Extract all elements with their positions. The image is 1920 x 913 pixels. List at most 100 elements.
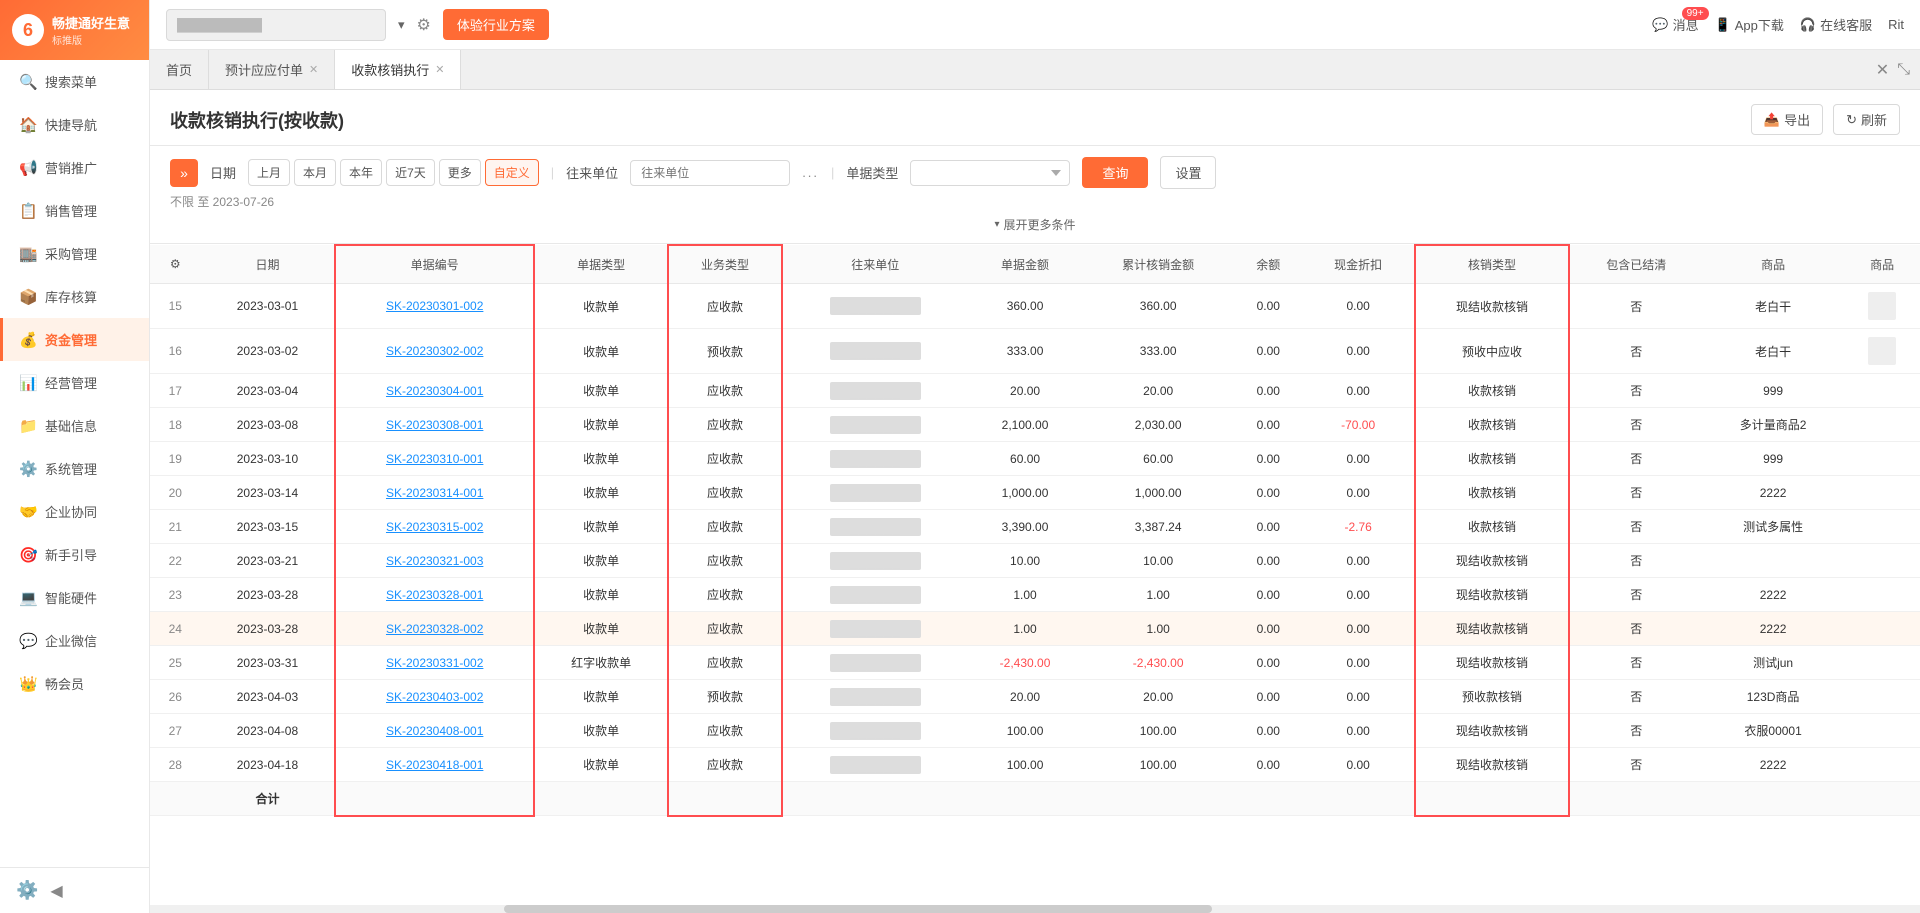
filter-toggle-btn[interactable]: »	[170, 159, 198, 187]
sidebar-item-search[interactable]: 🔍搜索菜单	[0, 60, 149, 103]
gear-icon[interactable]: ⚙	[417, 15, 431, 35]
th-accumulated: 累计核销金额	[1082, 245, 1233, 284]
sidebar-item-system[interactable]: ⚙️系统管理	[0, 447, 149, 490]
cell-bill-type: 收款单	[534, 748, 668, 782]
bill-no-link[interactable]: SK-20230418-001	[386, 758, 483, 772]
tab-close-icon[interactable]: ✕	[1876, 60, 1889, 80]
th-settings[interactable]: ⚙	[150, 245, 201, 284]
bill-no-link[interactable]: SK-20230315-002	[386, 520, 483, 534]
sidebar-item-operation[interactable]: 📊经营管理	[0, 361, 149, 404]
tab-payable-close[interactable]: ✕	[309, 63, 318, 76]
sidebar-item-wechat[interactable]: 💬企业微信	[0, 619, 149, 662]
cell-counterpart: ██████	[782, 612, 968, 646]
cell-amount: 60.00	[968, 442, 1083, 476]
cell-writeoff-type: 预收中应收	[1415, 329, 1570, 374]
sidebar-item-hardware[interactable]: 💻智能硬件	[0, 576, 149, 619]
sidebar-item-collab[interactable]: 🤝企业协同	[0, 490, 149, 533]
gear-col-icon: ⚙	[170, 257, 181, 271]
sidebar-item-sales[interactable]: 📋销售管理	[0, 189, 149, 232]
cell-accumulated: 20.00	[1082, 680, 1233, 714]
cell-goods: 2222	[1702, 612, 1844, 646]
scroll-thumb[interactable]	[504, 905, 1212, 913]
cell-cash-discount: 0.00	[1303, 578, 1415, 612]
counterpart-input[interactable]	[630, 160, 790, 186]
cell-included: 否	[1569, 748, 1702, 782]
cell-bill-no: SK-20230331-002	[335, 646, 534, 680]
footer-empty-1	[150, 782, 201, 816]
sidebar-item-inventory[interactable]: 📦库存核算	[0, 275, 149, 318]
bill-type-select[interactable]: 收款单 红字收款单	[910, 160, 1070, 186]
bill-no-link[interactable]: SK-20230328-001	[386, 588, 483, 602]
tab-receipt-close[interactable]: ✕	[435, 63, 444, 76]
cell-amount: 333.00	[968, 329, 1083, 374]
sidebar-item-newguide[interactable]: 🎯新手引导	[0, 533, 149, 576]
tab-home[interactable]: 首页	[150, 50, 209, 89]
sidebar-item-purchase[interactable]: 🏬采购管理	[0, 232, 149, 275]
bill-no-link[interactable]: SK-20230321-003	[386, 554, 483, 568]
cell-bill-type: 收款单	[534, 714, 668, 748]
sidebar-item-basic[interactable]: 📁基础信息	[0, 404, 149, 447]
bill-no-link[interactable]: SK-20230308-001	[386, 418, 483, 432]
cell-biz-type: 应收款	[668, 748, 782, 782]
cell-date: 2023-04-18	[201, 748, 336, 782]
sidebar-item-marketing[interactable]: 📢营销推广	[0, 146, 149, 189]
date-btn-this-year[interactable]: 本年	[340, 159, 382, 186]
collapse-icon[interactable]: ◀	[50, 881, 62, 901]
bill-no-link[interactable]: SK-20230302-002	[386, 344, 483, 358]
cell-biz-type: 应收款	[668, 284, 782, 329]
sidebar-item-label: 基础信息	[45, 416, 97, 435]
cell-amount: 1.00	[968, 578, 1083, 612]
user-menu[interactable]: Rit	[1888, 17, 1904, 32]
app-download-btn[interactable]: 📱 App下载	[1715, 15, 1784, 34]
date-btn-7days[interactable]: 近7天	[386, 159, 435, 186]
bill-no-link[interactable]: SK-20230403-002	[386, 690, 483, 704]
bill-no-link[interactable]: SK-20230331-002	[386, 656, 483, 670]
cell-writeoff-type: 现结收款核销	[1415, 544, 1570, 578]
export-btn[interactable]: 📤 导出	[1751, 104, 1823, 135]
filter-sep-2: |	[831, 165, 834, 180]
sidebar-item-quicknav[interactable]: 🏠快捷导航	[0, 103, 149, 146]
sidebar-item-member[interactable]: 👑畅会员	[0, 662, 149, 705]
topbar-dropdown[interactable]: ▾	[398, 17, 405, 33]
query-btn[interactable]: 查询	[1082, 157, 1148, 188]
cell-bill-type: 红字收款单	[534, 646, 668, 680]
expand-more-label: 展开更多条件	[1004, 216, 1076, 233]
refresh-btn[interactable]: ↻ 刷新	[1833, 104, 1900, 135]
tab-receipt[interactable]: 收款核销执行 ✕	[335, 50, 461, 89]
topbar-right: 💬 消息 99+ 📱 App下载 🎧 在线客服 Rit	[1652, 15, 1904, 34]
footer-accumulated	[1082, 782, 1233, 816]
cell-balance: 0.00	[1234, 748, 1303, 782]
date-btn-custom[interactable]: 自定义	[485, 159, 539, 186]
support-btn[interactable]: 🎧 在线客服	[1800, 15, 1872, 34]
bill-no-link[interactable]: SK-20230408-001	[386, 724, 483, 738]
footer-goods	[1702, 782, 1844, 816]
filter-dots[interactable]: ...	[802, 165, 819, 180]
date-btn-last-month[interactable]: 上月	[248, 159, 290, 186]
bill-no-link[interactable]: SK-20230328-002	[386, 622, 483, 636]
bill-no-link[interactable]: SK-20230301-002	[386, 299, 483, 313]
industry-btn[interactable]: 体验行业方案	[443, 9, 549, 40]
sidebar-item-finance[interactable]: 💰资金管理	[0, 318, 149, 361]
wechat-icon: 💬	[19, 632, 37, 650]
headset-icon: 🎧	[1800, 17, 1816, 33]
footer-bill-type	[534, 782, 668, 816]
bill-no-link[interactable]: SK-20230310-001	[386, 452, 483, 466]
table-row: 18 2023-03-08 SK-20230308-001 收款单 应收款 ██…	[150, 408, 1920, 442]
expand-more-btn[interactable]: ▾ 展开更多条件	[170, 216, 1900, 233]
cell-accumulated: -2,430.00	[1082, 646, 1233, 680]
cell-goods-img	[1844, 510, 1920, 544]
cell-date: 2023-03-01	[201, 284, 336, 329]
table-scroll-bar[interactable]	[150, 905, 1920, 913]
setting-btn[interactable]: 设置	[1160, 156, 1216, 189]
tab-expand-icon[interactable]: ⤡	[1897, 61, 1910, 79]
bill-no-link[interactable]: SK-20230314-001	[386, 486, 483, 500]
table-row: 23 2023-03-28 SK-20230328-001 收款单 应收款 ██…	[150, 578, 1920, 612]
tab-receipt-label: 收款核销执行	[351, 60, 429, 79]
th-date: 日期	[201, 245, 336, 284]
bill-no-link[interactable]: SK-20230304-001	[386, 384, 483, 398]
date-btn-this-month[interactable]: 本月	[294, 159, 336, 186]
settings-icon[interactable]: ⚙️	[16, 880, 38, 901]
tab-payable[interactable]: 预计应应付单 ✕	[209, 50, 335, 89]
messages-btn[interactable]: 💬 消息 99+	[1652, 15, 1698, 34]
date-btn-more[interactable]: 更多	[439, 159, 481, 186]
